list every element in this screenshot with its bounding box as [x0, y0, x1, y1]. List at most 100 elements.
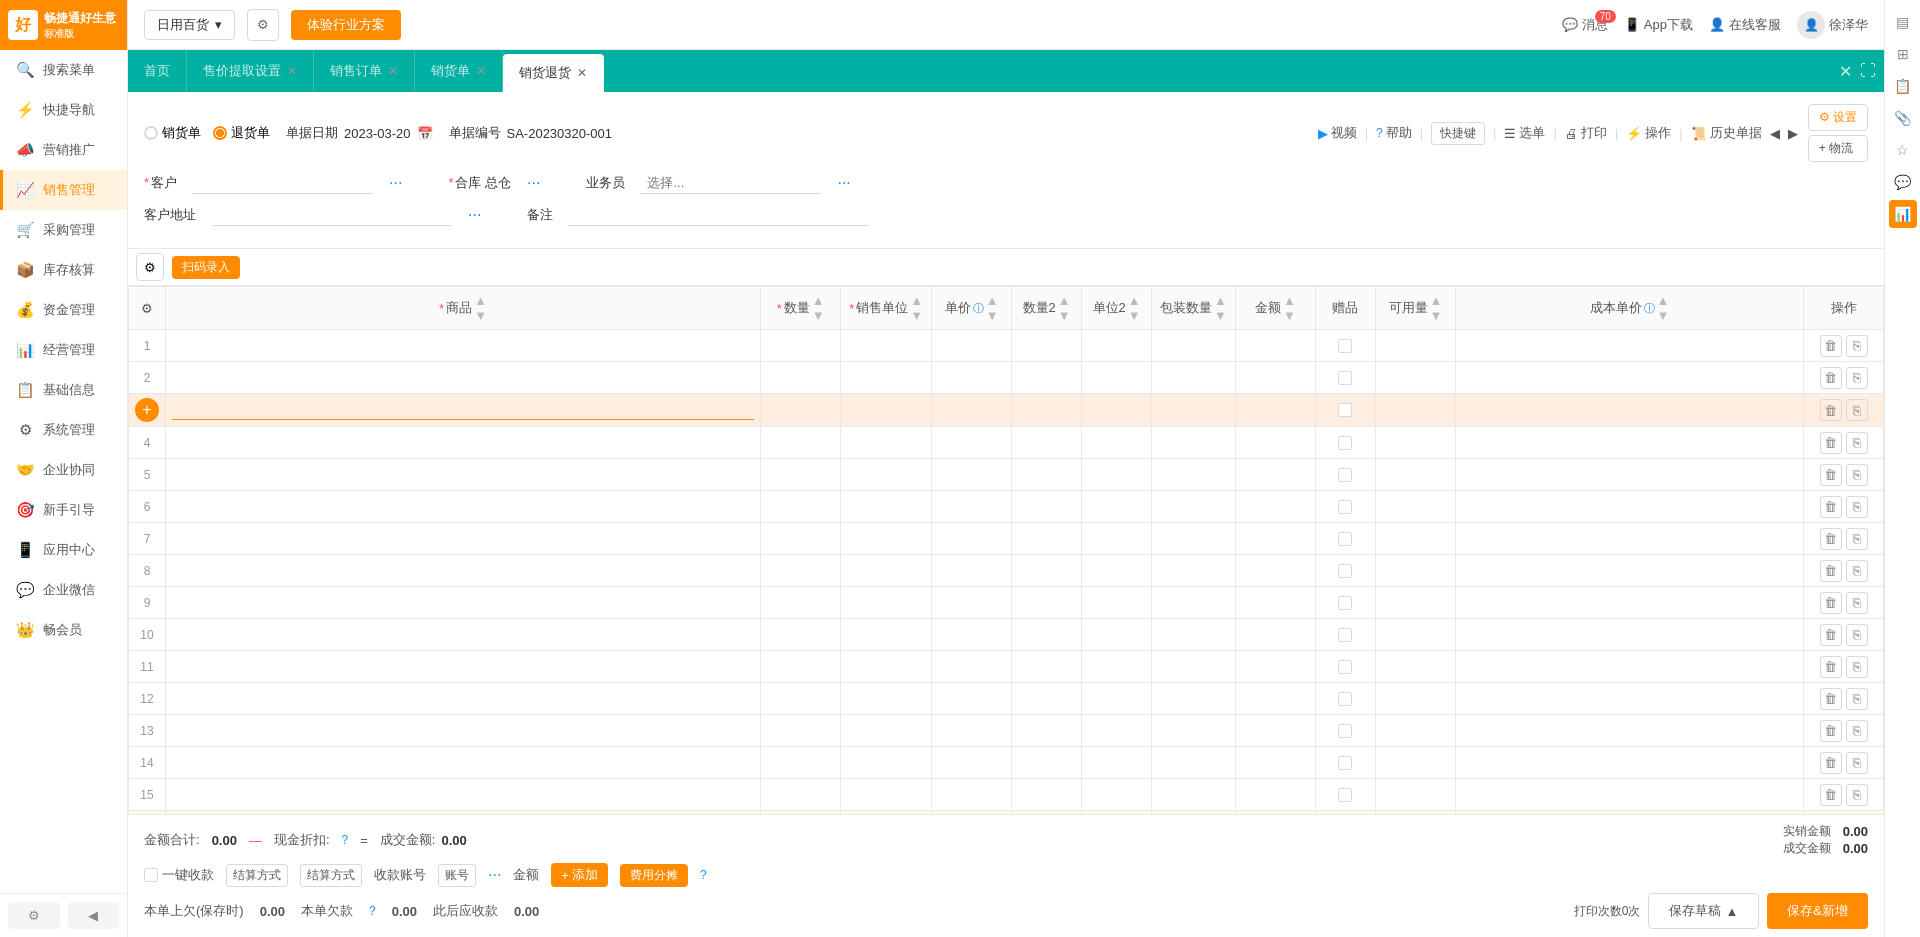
cell-unit2[interactable]	[1082, 651, 1152, 683]
copy-row-btn[interactable]: ⎘	[1846, 752, 1868, 774]
help-btn[interactable]: ? 帮助	[1376, 124, 1412, 142]
cell-pack-qty[interactable]	[1152, 619, 1236, 651]
cell-amount[interactable]	[1235, 362, 1315, 394]
cell-unit2[interactable]	[1082, 619, 1152, 651]
gift-checkbox[interactable]	[1338, 339, 1352, 353]
star-btn[interactable]: ☆	[1889, 136, 1917, 164]
cell-qty2[interactable]	[1012, 555, 1082, 587]
trial-button[interactable]: 体验行业方案	[291, 10, 401, 40]
cell-available[interactable]	[1375, 491, 1455, 523]
cell-qty[interactable]	[761, 491, 841, 523]
cell-qty[interactable]	[761, 715, 841, 747]
cell-unit2[interactable]	[1082, 330, 1152, 362]
cell-product[interactable]	[166, 330, 761, 362]
cell-available[interactable]	[1375, 330, 1455, 362]
cell-pack-qty[interactable]	[1152, 715, 1236, 747]
cell-pack-qty[interactable]	[1152, 330, 1236, 362]
cell-amount[interactable]	[1235, 715, 1315, 747]
cell-product[interactable]	[166, 715, 761, 747]
card-view-btn[interactable]: ⊞	[1889, 40, 1917, 68]
copy-row-btn[interactable]: ⎘	[1846, 528, 1868, 550]
cell-unit2[interactable]	[1082, 779, 1152, 811]
cell-cost-price[interactable]	[1455, 715, 1803, 747]
cell-unit[interactable]	[841, 491, 932, 523]
cell-unit[interactable]	[841, 587, 932, 619]
cell-qty[interactable]	[761, 330, 841, 362]
cell-unit[interactable]	[841, 779, 932, 811]
close-all-tabs-btn[interactable]: ✕	[1839, 62, 1852, 81]
cell-cost-price[interactable]	[1455, 523, 1803, 555]
delete-row-btn[interactable]: 🗑	[1820, 432, 1842, 454]
cell-pack-qty[interactable]	[1152, 651, 1236, 683]
cell-qty[interactable]	[761, 459, 841, 491]
sidebar-item-basic[interactable]: 📋 基础信息	[0, 370, 127, 410]
cell-product[interactable]	[166, 459, 761, 491]
gift-checkbox[interactable]	[1338, 692, 1352, 706]
cell-cost-price[interactable]	[1455, 779, 1803, 811]
add-row-btn[interactable]: +	[135, 398, 159, 422]
cell-available[interactable]	[1375, 683, 1455, 715]
cell-gift[interactable]	[1315, 362, 1375, 394]
cell-price[interactable]	[932, 651, 1012, 683]
gift-checkbox[interactable]	[1338, 756, 1352, 770]
cell-price[interactable]	[932, 619, 1012, 651]
cell-qty2[interactable]	[1012, 715, 1082, 747]
user-profile-btn[interactable]: 👤 徐泽华	[1797, 11, 1868, 39]
calc-method-select[interactable]: 结算方式	[300, 864, 362, 887]
select-btn[interactable]: ☰ 选单	[1504, 124, 1545, 142]
cell-unit[interactable]	[841, 394, 932, 427]
cell-available[interactable]	[1375, 362, 1455, 394]
cell-gift[interactable]	[1315, 523, 1375, 555]
gift-checkbox[interactable]	[1338, 596, 1352, 610]
gift-checkbox[interactable]	[1338, 628, 1352, 642]
table-col-settings-btn[interactable]: ⚙	[136, 253, 164, 281]
cell-qty[interactable]	[761, 619, 841, 651]
topbar-settings-btn[interactable]: ⚙	[247, 9, 279, 41]
cell-unit[interactable]	[841, 555, 932, 587]
sidebar-item-search[interactable]: 🔍 搜索菜单	[0, 50, 127, 90]
cell-available[interactable]	[1375, 523, 1455, 555]
cell-qty[interactable]	[761, 362, 841, 394]
sidebar-item-member[interactable]: 👑 畅会员	[0, 610, 127, 650]
cell-cost-price[interactable]	[1455, 651, 1803, 683]
cell-gift[interactable]	[1315, 427, 1375, 459]
copy-row-btn[interactable]: ⎘	[1846, 784, 1868, 806]
cell-price[interactable]	[932, 362, 1012, 394]
cell-gift[interactable]	[1315, 394, 1375, 427]
cell-qty2[interactable]	[1012, 362, 1082, 394]
cell-unit2[interactable]	[1082, 362, 1152, 394]
sidebar-settings-btn[interactable]: ⚙	[8, 902, 60, 929]
attach-btn[interactable]: 📎	[1889, 104, 1917, 132]
sidebar-item-finance[interactable]: 💰 资金管理	[0, 290, 127, 330]
cell-available[interactable]	[1375, 427, 1455, 459]
column-settings-btn[interactable]: ⚙ 设置	[1808, 104, 1868, 131]
cell-gift[interactable]	[1315, 330, 1375, 362]
cell-pack-qty[interactable]	[1152, 362, 1236, 394]
cell-pack-qty[interactable]	[1152, 491, 1236, 523]
cell-gift[interactable]	[1315, 459, 1375, 491]
cell-qty[interactable]	[761, 555, 841, 587]
cell-price[interactable]	[932, 747, 1012, 779]
cell-available[interactable]	[1375, 619, 1455, 651]
fee-help-icon[interactable]: ?	[700, 868, 707, 882]
cell-unit2[interactable]	[1082, 523, 1152, 555]
cell-pack-qty[interactable]	[1152, 427, 1236, 459]
note-btn[interactable]: 📋	[1889, 72, 1917, 100]
settle-method-select[interactable]: 结算方式	[226, 864, 288, 887]
delete-row-btn[interactable]: 🗑	[1820, 367, 1842, 389]
price-info-icon[interactable]: ⓘ	[973, 301, 984, 316]
cell-amount[interactable]	[1235, 491, 1315, 523]
cell-available[interactable]	[1375, 394, 1455, 427]
app-download-btn[interactable]: 📱 App下载	[1624, 16, 1693, 34]
delete-row-btn[interactable]: 🗑	[1820, 592, 1842, 614]
close-sale-price-icon[interactable]: ✕	[287, 64, 297, 78]
tab-sale-return[interactable]: 销货退货 ✕	[503, 54, 604, 92]
account-select[interactable]: 账号	[438, 864, 476, 887]
sidebar-item-operations[interactable]: 📊 经营管理	[0, 330, 127, 370]
copy-row-btn[interactable]: ⎘	[1846, 464, 1868, 486]
delete-row-btn[interactable]: 🗑	[1820, 560, 1842, 582]
gift-checkbox[interactable]	[1338, 532, 1352, 546]
cell-price[interactable]	[932, 715, 1012, 747]
cell-price[interactable]	[932, 394, 1012, 427]
cell-unit[interactable]	[841, 459, 932, 491]
